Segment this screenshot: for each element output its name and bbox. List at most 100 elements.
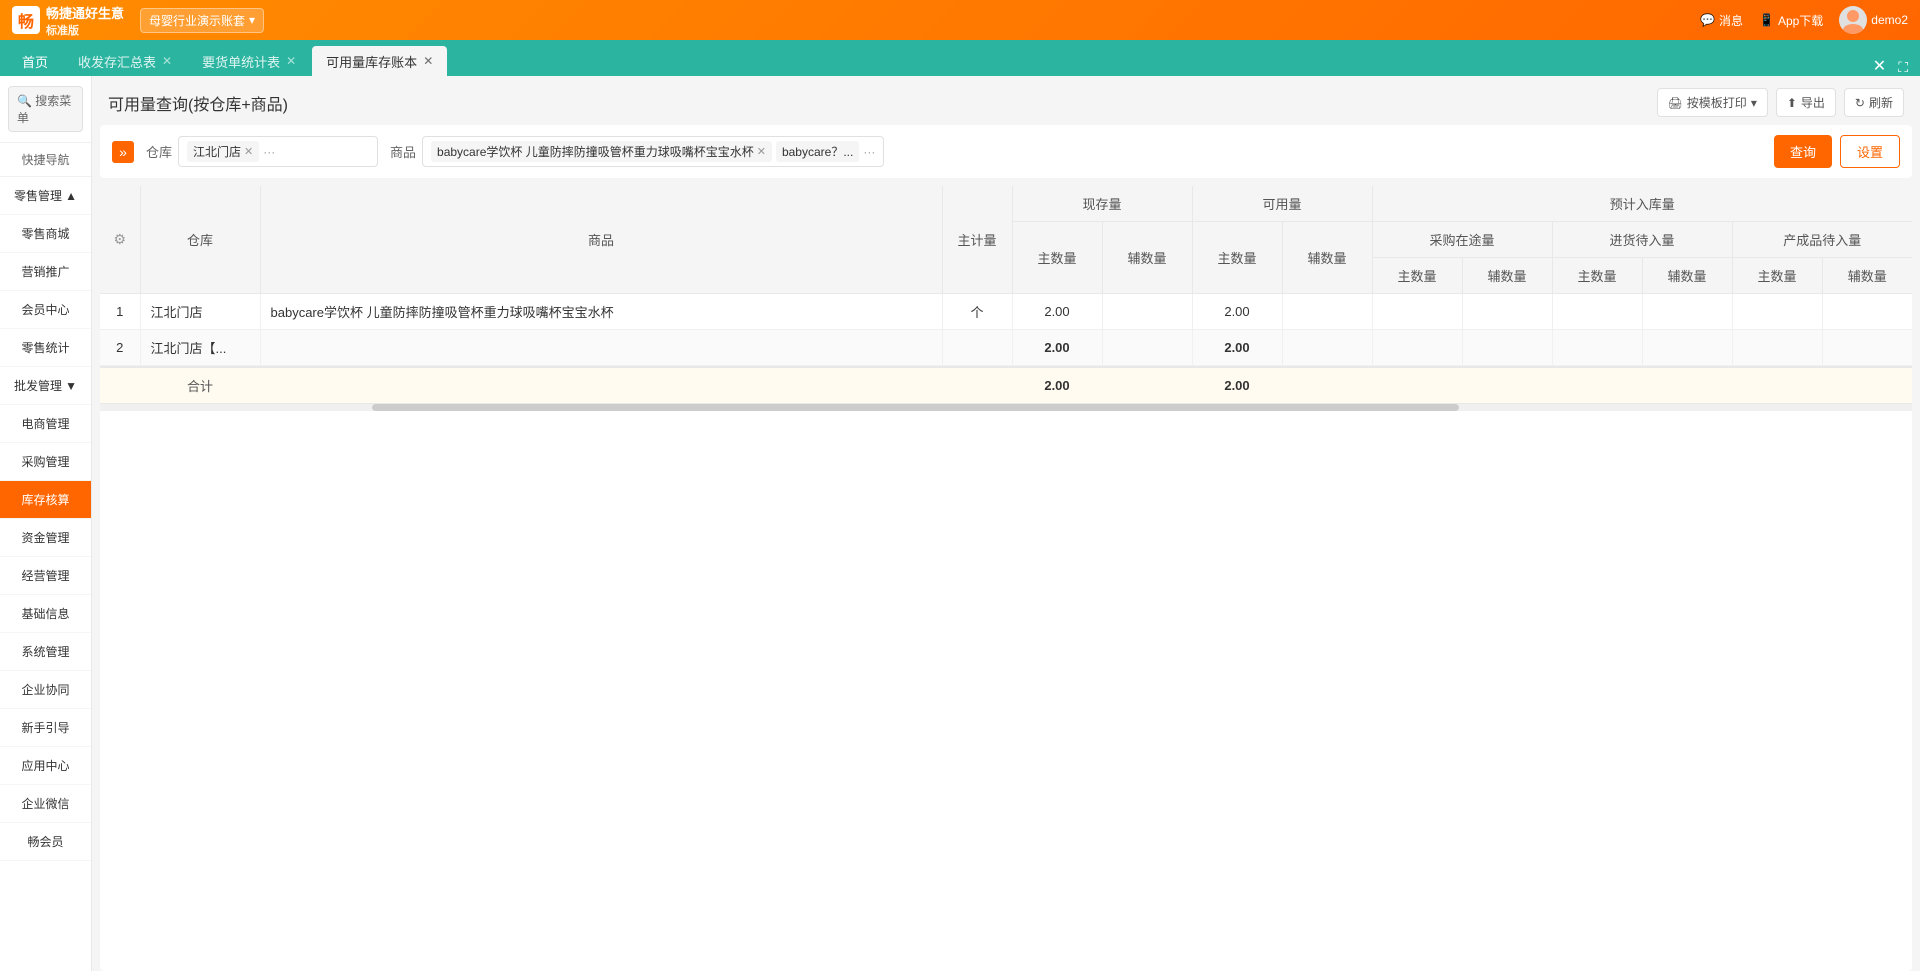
row-current-aux	[1102, 294, 1192, 330]
filter-actions: 查询 设置	[1774, 135, 1900, 168]
tab-order-stats[interactable]: 要货单统计表 ✕	[188, 46, 310, 76]
footer-current-main: 2.00	[1012, 378, 1102, 393]
close-icon[interactable]: ✕	[423, 54, 433, 68]
data-table: ⚙ 仓库 商品 主计量 现存量	[100, 186, 1912, 366]
top-bar: 畅 畅捷通好生意 标准版 母婴行业演示账套 💬 消息 📱 App下载 demo2	[0, 0, 1920, 40]
more-icon[interactable]: ···	[863, 145, 875, 159]
export-button[interactable]: ⬆ 导出	[1776, 88, 1836, 117]
subtotal-current-aux	[1102, 330, 1192, 366]
print-icon: 🖨	[1668, 96, 1683, 110]
row-current-main: 2.00	[1012, 294, 1102, 330]
sidebar-item-member[interactable]: 畅会员	[0, 823, 91, 861]
message-button[interactable]: 💬 消息	[1700, 12, 1743, 29]
filter-expand-button[interactable]: »	[112, 141, 134, 163]
page-actions: 🖨 按模板打印 ▾ ⬆ 导出 ↻ 刷新	[1657, 88, 1904, 117]
row-unit: 个	[942, 294, 1012, 330]
product-input[interactable]: babycare学饮杯 儿童防摔防撞吸管杯重力球吸嘴杯宝宝水杯 ✕ babyca…	[422, 136, 884, 167]
sidebar-item-app-center[interactable]: 应用中心	[0, 747, 91, 785]
more-icon[interactable]: ···	[263, 145, 275, 159]
subtotal-pt-aux	[1462, 330, 1552, 366]
table-settings-icon[interactable]: ⚙	[113, 231, 126, 247]
sidebar-item-ecommerce[interactable]: 电商管理	[0, 405, 91, 443]
th-current-aux: 辅数量	[1102, 222, 1192, 294]
logo-icon: 畅	[12, 6, 40, 34]
page-title: 可用量查询(按仓库+商品)	[108, 91, 288, 115]
app-download-button[interactable]: 📱 App下载	[1759, 12, 1823, 29]
sidebar: 🔍 搜索菜单 快捷导航 零售管理 ▲ 零售商城 营销推广 会员中心 零售统计 批…	[0, 76, 92, 971]
product-tag1-close[interactable]: ✕	[757, 145, 766, 158]
sidebar-item-enterprise-collab[interactable]: 企业协同	[0, 671, 91, 709]
close-all-tabs-button[interactable]: ✕	[1865, 56, 1894, 76]
th-current-stock: 现存量	[1012, 186, 1192, 222]
th-pp-main: 主数量	[1552, 258, 1642, 294]
tab-home[interactable]: 首页	[8, 46, 62, 76]
sidebar-item-retail-stats[interactable]: 零售统计	[0, 329, 91, 367]
tab-available-stock[interactable]: 可用量库存账本 ✕	[312, 46, 447, 76]
warehouse-tag-close[interactable]: ✕	[244, 145, 253, 158]
warehouse-input[interactable]: 江北门店 ✕ ···	[178, 136, 378, 167]
close-icon[interactable]: ✕	[162, 54, 172, 68]
row-avail-aux	[1282, 294, 1372, 330]
print-button[interactable]: 🖨 按模板打印 ▾	[1657, 88, 1768, 117]
sidebar-item-quick-nav[interactable]: 快捷导航	[0, 143, 91, 177]
th-pp-aux: 辅数量	[1642, 258, 1732, 294]
close-icon[interactable]: ✕	[286, 54, 296, 68]
sidebar-item-wholesale-management[interactable]: 批发管理 ▼	[0, 367, 91, 405]
th-warehouse: 仓库	[140, 186, 260, 294]
footer-avail-main: 2.00	[1192, 378, 1282, 393]
app-logo: 畅 畅捷通好生意 标准版	[12, 3, 124, 38]
sidebar-item-basic-info[interactable]: 基础信息	[0, 595, 91, 633]
th-prod-aux: 辅数量	[1822, 258, 1912, 294]
refresh-button[interactable]: ↻ 刷新	[1844, 88, 1904, 117]
sidebar-item-finance[interactable]: 资金管理	[0, 519, 91, 557]
user-menu[interactable]: demo2	[1839, 6, 1908, 34]
subtotal-unit	[942, 330, 1012, 366]
sidebar-item-retail-mall[interactable]: 零售商城	[0, 215, 91, 253]
sidebar-item-enterprise-wechat[interactable]: 企业微信	[0, 785, 91, 823]
settings-button[interactable]: 设置	[1840, 135, 1900, 168]
export-icon: ⬆	[1787, 96, 1797, 110]
row-prod-aux	[1822, 294, 1912, 330]
sidebar-item-inventory[interactable]: 库存核算	[0, 481, 91, 519]
th-unit: 主计量	[942, 186, 1012, 294]
page-header: 可用量查询(按仓库+商品) 🖨 按模板打印 ▾ ⬆ 导出 ↻ 刷新	[92, 76, 1920, 125]
th-pt-aux: 辅数量	[1462, 258, 1552, 294]
data-table-container: ⚙ 仓库 商品 主计量 现存量	[100, 186, 1912, 971]
row-no: 1	[100, 294, 140, 330]
th-avail-aux: 辅数量	[1282, 222, 1372, 294]
main-layout: 🔍 搜索菜单 快捷导航 零售管理 ▲ 零售商城 营销推广 会员中心 零售统计 批…	[0, 76, 1920, 971]
sidebar-item-marketing[interactable]: 营销推广	[0, 253, 91, 291]
row-pp-aux	[1642, 294, 1732, 330]
footer-label: 合计	[140, 376, 260, 395]
warehouse-label: 仓库	[146, 142, 172, 161]
sidebar-item-membership[interactable]: 会员中心	[0, 291, 91, 329]
warehouse-tag: 江北门店 ✕	[187, 141, 259, 162]
top-bar-right: 💬 消息 📱 App下载 demo2	[1700, 6, 1908, 34]
search-menu-button[interactable]: 🔍 搜索菜单	[8, 86, 83, 132]
th-product: 商品	[260, 186, 942, 294]
subtotal-no: 2	[100, 330, 140, 366]
horizontal-scrollbar[interactable]	[100, 403, 1912, 411]
chevron-down-icon: ▾	[1751, 96, 1757, 110]
tab-receivable-summary[interactable]: 收发存汇总表 ✕	[64, 46, 186, 76]
subtotal-pp-main	[1552, 330, 1642, 366]
chevron-down-icon: ▼	[65, 379, 77, 393]
query-button[interactable]: 查询	[1774, 135, 1832, 168]
account-selector[interactable]: 母婴行业演示账套	[140, 8, 264, 33]
row-avail-main: 2.00	[1192, 294, 1282, 330]
sidebar-item-retail-management[interactable]: 零售管理 ▲	[0, 177, 91, 215]
subtotal-pt-main	[1372, 330, 1462, 366]
sidebar-item-system[interactable]: 系统管理	[0, 633, 91, 671]
product-filter-group: 商品 babycare学饮杯 儿童防摔防撞吸管杯重力球吸嘴杯宝宝水杯 ✕ bab…	[390, 136, 884, 167]
th-forecast: 预计入库量	[1372, 186, 1912, 222]
sidebar-item-purchase[interactable]: 采购管理	[0, 443, 91, 481]
table-footer: 合计 2.00 2.00	[100, 366, 1912, 403]
th-production-pending: 产成品待入量	[1732, 222, 1912, 258]
subtotal-warehouse: 江北门店【...	[140, 330, 260, 366]
app-name: 畅捷通好生意	[46, 3, 124, 22]
chevron-down-icon	[249, 13, 255, 27]
sidebar-item-new-guide[interactable]: 新手引导	[0, 709, 91, 747]
subtotal-avail-main: 2.00	[1192, 330, 1282, 366]
sidebar-item-operations[interactable]: 经营管理	[0, 557, 91, 595]
expand-icon[interactable]: ⛶	[1894, 59, 1912, 76]
